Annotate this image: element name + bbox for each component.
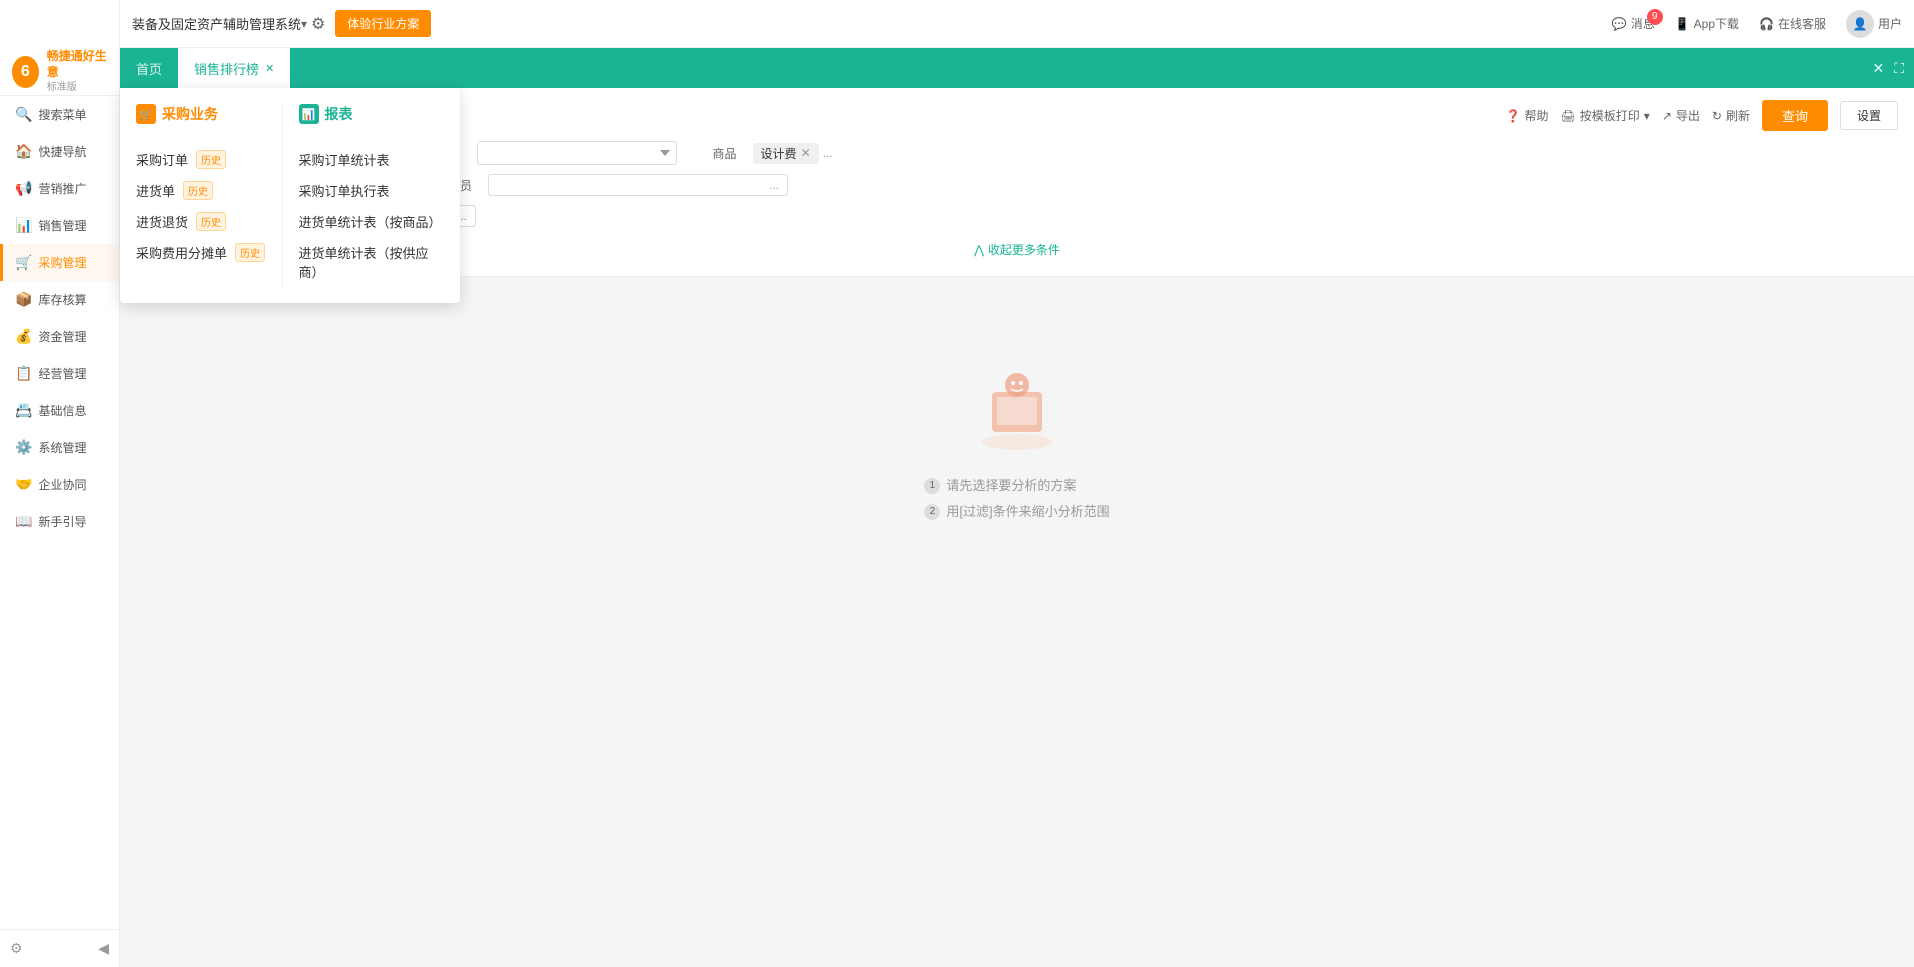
industry-btn[interactable]: 体验行业方案 — [335, 10, 431, 37]
sidebar-item-purchase[interactable]: 🛒 采购管理 — [0, 244, 119, 281]
clipboard-icon: 📋 — [15, 365, 32, 382]
tab-close-window[interactable]: ✕ — [1872, 60, 1884, 77]
tab-close-icon[interactable]: ✕ — [265, 62, 274, 75]
sidebar-item-collab[interactable]: 🤝 企业协同 — [0, 466, 119, 503]
report-col-icon: 📊 — [299, 104, 319, 124]
tab-home[interactable]: 首页 — [120, 48, 178, 88]
headset-icon: 🎧 — [1759, 17, 1774, 31]
sidebar-item-sales[interactable]: 📊 销售管理 — [0, 207, 119, 244]
dropdown-item-purchase-order-stat[interactable]: 采购订单统计表 — [299, 144, 445, 175]
sidebar-footer: ⚙ ◀ — [0, 929, 119, 967]
doc-status-select[interactable] — [477, 141, 677, 165]
tab-expand-window[interactable]: ⛶ — [1894, 60, 1904, 77]
message-icon: 💬 — [1612, 17, 1627, 31]
goods-more-btn[interactable]: ... — [823, 146, 833, 160]
goods-label: 商品 — [713, 145, 737, 162]
avatar: 👤 — [1846, 10, 1874, 38]
settings-button[interactable]: 设置 — [1840, 101, 1898, 130]
sidebar-item-operation[interactable]: 📋 经营管理 — [0, 355, 119, 392]
box-icon: 📦 — [15, 291, 32, 308]
settings-btn[interactable]: ⚙ — [311, 14, 325, 34]
dropdown-item-return[interactable]: 进货退货 历史 — [136, 206, 282, 237]
dropdown-item-incoming-supplier-stat[interactable]: 进货单统计表（按供应商） — [299, 237, 445, 287]
dropdown-item-purchase-order-exec[interactable]: 采购订单执行表 — [299, 175, 445, 206]
print-dropdown-icon[interactable]: ▾ — [1644, 109, 1650, 123]
tab-bar: 首页 销售排行榜 ✕ ✕ ⛶ — [120, 48, 1914, 88]
goods-tag-remove[interactable]: ✕ — [801, 146, 811, 160]
export-icon: ↗ — [1662, 109, 1672, 123]
empty-illustration — [967, 357, 1067, 457]
report-col-header: 📊 报表 — [299, 104, 445, 132]
gear-icon: ⚙️ — [15, 439, 32, 456]
online-service-action[interactable]: 🎧 在线客服 — [1759, 15, 1826, 32]
logo-icon: 6 — [12, 56, 39, 88]
sidebar-nav: 🔍 搜索菜单 🏠 快捷导航 📢 营销推广 📊 销售管理 🛒 采购管理 📦 — [0, 96, 119, 929]
help-icon: ❓ — [1506, 109, 1521, 123]
home-icon: 🏠 — [15, 143, 32, 160]
dropdown-item-expense[interactable]: 采购费用分摊单 历史 — [136, 237, 282, 268]
sidebar-item-inventory[interactable]: 📦 库存核算 — [0, 281, 119, 318]
tab-sales-rank[interactable]: 销售排行榜 ✕ — [178, 48, 290, 88]
sidebar-item-system[interactable]: ⚙️ 系统管理 — [0, 429, 119, 466]
dropdown-item-purchase-order[interactable]: 采购订单 历史 — [136, 144, 282, 175]
megaphone-icon: 📢 — [15, 180, 32, 197]
message-action[interactable]: 💬 消息 9 — [1612, 15, 1655, 32]
dropdown-item-incoming[interactable]: 进货单 历史 — [136, 175, 282, 206]
handshake-icon: 🤝 — [15, 476, 32, 493]
empty-tips: 1 请先选择要分析的方案 2 用[过滤]条件来缩小分析范围 — [924, 473, 1109, 525]
sidebar-item-quicknav[interactable]: 🏠 快捷导航 — [0, 133, 119, 170]
report-col: 📊 报表 采购订单统计表 采购订单执行表 进货单统计表（按商品） 进货单统计表（… — [282, 104, 445, 287]
help-btn[interactable]: ❓ 帮助 — [1506, 107, 1549, 124]
app-download-action[interactable]: 📱 App下载 — [1675, 15, 1739, 32]
phone-icon: 📱 — [1675, 17, 1690, 31]
sidebar-item-basic[interactable]: 📇 基础信息 — [0, 392, 119, 429]
cart-icon: 🛒 — [15, 254, 32, 271]
search-icon: 🔍 — [15, 106, 32, 123]
sidebar-item-marketing[interactable]: 📢 营销推广 — [0, 170, 119, 207]
print-btn[interactable]: 🖨 按模板打印 ▾ — [1561, 107, 1650, 124]
sidebar-item-guide[interactable]: 📖 新手引导 — [0, 503, 119, 540]
print-icon: 🖨 — [1561, 109, 1576, 123]
collapse-icon: ⋀ — [974, 243, 984, 257]
salesperson-more[interactable]: ... — [769, 178, 779, 192]
refresh-icon: ↻ — [1712, 109, 1722, 123]
title-dropdown[interactable]: ▾ — [301, 17, 307, 31]
sidebar: 6 畅捷通好生意 标准版 🔍 搜索菜单 🏠 快捷导航 📢 营销推广 📊 — [0, 0, 120, 967]
card-icon: 📇 — [15, 402, 32, 419]
tab-bar-actions: ✕ ⛶ — [1872, 60, 1914, 77]
logo-text: 畅捷通好生意 标准版 — [47, 49, 107, 93]
refresh-btn[interactable]: ↻ 刷新 — [1712, 107, 1750, 124]
header-right: 💬 消息 9 📱 App下载 🎧 在线客服 👤 用户 — [1612, 10, 1902, 38]
purchase-col-icon: 🛒 — [136, 104, 156, 124]
sidebar-settings-btn[interactable]: ⚙ — [10, 940, 23, 957]
goods-tag: 设计费 ✕ — [753, 143, 819, 164]
sidebar-item-search[interactable]: 🔍 搜索菜单 — [0, 96, 119, 133]
sidebar-item-finance[interactable]: 💰 资金管理 — [0, 318, 119, 355]
export-btn[interactable]: ↗ 导出 — [1662, 107, 1700, 124]
chart-icon: 📊 — [15, 217, 32, 234]
query-button[interactable]: 查询 — [1762, 100, 1828, 131]
dropdown-cols: 🛒 采购业务 采购订单 历史 进货单 历史 进货退货 历史 采购费用分摊单 历史 — [136, 104, 444, 287]
purchase-dropdown-menu: 🛒 采购业务 采购订单 历史 进货单 历史 进货退货 历史 采购费用分摊单 历史 — [120, 88, 460, 303]
sidebar-collapse-btn[interactable]: ◀ — [98, 940, 109, 957]
purchase-col: 🛒 采购业务 采购订单 历史 进货单 历史 进货退货 历史 采购费用分摊单 历史 — [136, 104, 282, 287]
user-action[interactable]: 👤 用户 — [1846, 10, 1902, 38]
empty-state: 1 请先选择要分析的方案 2 用[过滤]条件来缩小分析范围 — [120, 277, 1914, 605]
book-icon: 📖 — [15, 513, 32, 530]
money-icon: 💰 — [15, 328, 32, 345]
purchase-col-header: 🛒 采购业务 — [136, 104, 282, 132]
dropdown-item-incoming-goods-stat[interactable]: 进货单统计表（按商品） — [299, 206, 445, 237]
top-header: 6 畅捷通好生意 标准版 🔍 搜索菜单 🏠 快捷导航 📢 营销推广 📊 — [0, 0, 1914, 48]
system-title: 装备及固定资产辅助管理系统 — [132, 14, 301, 33]
